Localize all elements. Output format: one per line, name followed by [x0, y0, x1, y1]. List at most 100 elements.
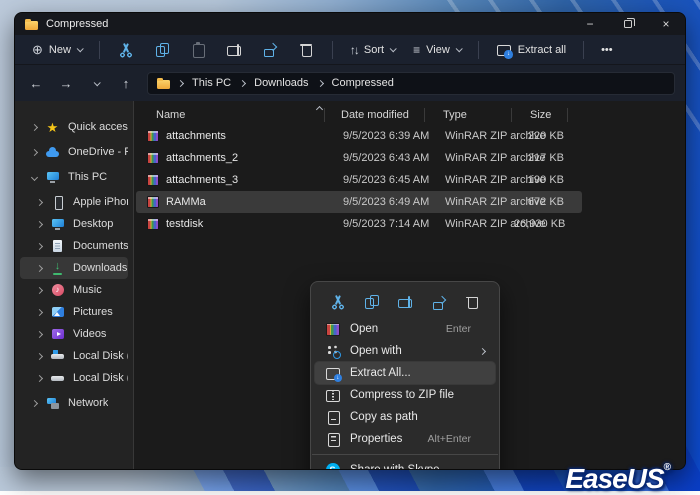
file-date-modified: 9/5/2023 6:45 AM: [327, 174, 427, 186]
menu-item-properties[interactable]: Properties Alt+Enter: [315, 428, 495, 450]
breadcrumb-chevron-icon[interactable]: [239, 79, 246, 86]
context-cut-button[interactable]: [326, 290, 350, 314]
expand-chevron-icon[interactable]: [31, 173, 38, 180]
expand-chevron-icon[interactable]: [36, 242, 43, 249]
toolbar-divider: [99, 41, 100, 59]
column-header-name[interactable]: Name: [144, 105, 325, 125]
address-bar[interactable]: This PC Downloads Compressed: [147, 72, 675, 95]
context-delete-button[interactable]: [460, 290, 484, 314]
expand-chevron-icon[interactable]: [36, 220, 43, 227]
cut-button[interactable]: [114, 38, 138, 62]
phone-icon: [50, 195, 65, 210]
column-header-size[interactable]: Size: [512, 105, 568, 125]
paste-icon: [190, 42, 206, 58]
minimize-button[interactable]: −: [571, 13, 609, 35]
file-list-pane: Name Date modified Type Size attachments…: [134, 101, 685, 469]
titlebar: Compressed − ×: [15, 13, 685, 35]
back-button[interactable]: ←: [25, 72, 47, 94]
breadcrumb-compressed[interactable]: Compressed: [330, 75, 396, 91]
sidebar-item-desktop[interactable]: Desktop: [20, 213, 128, 235]
sidebar-item-local-disk-c[interactable]: Local Disk (C:): [20, 345, 128, 367]
new-button[interactable]: ⊕ New: [25, 40, 89, 59]
back-icon: ←: [30, 76, 43, 91]
share-icon: [262, 42, 278, 58]
star-icon: [45, 120, 60, 135]
more-icon: •••: [601, 44, 613, 56]
expand-chevron-icon[interactable]: [36, 308, 43, 315]
sidebar-item-music[interactable]: Music: [20, 279, 128, 301]
sort-button[interactable]: ↑↓ Sort: [343, 41, 402, 59]
chevron-down-icon: [93, 79, 100, 86]
sidebar-item-documents[interactable]: Documents: [20, 235, 128, 257]
sidebar-item-onedrive-personal[interactable]: OneDrive - Personal: [20, 141, 128, 163]
menu-item-open-with[interactable]: Open with: [315, 340, 495, 362]
file-row-ramma[interactable]: RAMMa 9/5/2023 6:49 AM WinRAR ZIP archiv…: [136, 191, 582, 213]
sidebar-item-downloads[interactable]: Downloads: [20, 257, 128, 279]
extract-all-button[interactable]: Extract all: [489, 39, 573, 61]
see-more-button[interactable]: •••: [594, 41, 620, 59]
paste-button[interactable]: [186, 38, 210, 62]
menu-item-extract-all[interactable]: Extract All...: [315, 362, 495, 384]
column-header-type[interactable]: Type: [425, 105, 512, 125]
menu-item-compress-to-zip-file[interactable]: Compress to ZIP file: [315, 384, 495, 406]
menu-item-open[interactable]: Open Enter: [315, 318, 495, 340]
winrar-file-icon: [146, 173, 160, 187]
file-size: 220 KB: [514, 130, 570, 142]
sidebar-item-videos[interactable]: Videos: [20, 323, 128, 345]
rename-button[interactable]: [222, 38, 246, 62]
file-row-attachments-2[interactable]: attachments_2 9/5/2023 6:43 AM WinRAR ZI…: [136, 147, 570, 169]
file-size: 672 KB: [514, 196, 570, 208]
shortcut-label: Enter: [446, 323, 471, 335]
share-icon: [431, 294, 447, 310]
copy-button[interactable]: [150, 38, 174, 62]
share-button[interactable]: [258, 38, 282, 62]
expand-chevron-icon[interactable]: [31, 148, 38, 155]
expand-chevron-icon[interactable]: [36, 330, 43, 337]
submenu-chevron-icon: [479, 347, 486, 354]
context-copy-button[interactable]: [359, 290, 383, 314]
recent-locations-button[interactable]: [85, 72, 107, 94]
expand-chevron-icon[interactable]: [36, 198, 43, 205]
close-button[interactable]: ×: [647, 13, 685, 35]
file-row-testdisk[interactable]: testdisk 9/5/2023 7:14 AM WinRAR ZIP arc…: [136, 213, 570, 235]
menu-item-copy-as-path[interactable]: Copy as path: [315, 406, 495, 428]
chevron-down-icon: [77, 45, 84, 52]
expand-chevron-icon[interactable]: [36, 374, 43, 381]
file-name: RAMMa: [166, 196, 206, 208]
folder-zip-icon: [325, 387, 341, 403]
expand-chevron-icon[interactable]: [31, 123, 38, 130]
sidebar-item-this-pc[interactable]: This PC: [20, 166, 128, 188]
context-share-button[interactable]: [427, 290, 451, 314]
sidebar-item-apple-iphone[interactable]: Apple iPhone: [20, 191, 128, 213]
breadcrumb-this-pc[interactable]: This PC: [190, 75, 233, 91]
folder-icon: [156, 77, 171, 90]
context-menu-quick-actions: [311, 286, 499, 318]
breadcrumb-chevron-icon[interactable]: [317, 79, 324, 86]
expand-chevron-icon[interactable]: [36, 286, 43, 293]
breadcrumb-downloads[interactable]: Downloads: [252, 75, 310, 91]
sidebar-item-network[interactable]: Network: [20, 392, 128, 414]
chevron-down-icon: [455, 45, 462, 52]
maximize-button[interactable]: [609, 13, 647, 35]
menu-item-share-with-skype[interactable]: Share with Skype: [315, 459, 495, 469]
forward-button[interactable]: →: [55, 72, 77, 94]
file-row-attachments-3[interactable]: attachments_3 9/5/2023 6:45 AM WinRAR ZI…: [136, 169, 570, 191]
file-row-attachments[interactable]: attachments 9/5/2023 6:39 AM WinRAR ZIP …: [136, 125, 570, 147]
expand-chevron-icon[interactable]: [31, 399, 38, 406]
chevron-down-icon: [390, 45, 397, 52]
sidebar-item-pictures[interactable]: Pictures: [20, 301, 128, 323]
breadcrumb-chevron-icon[interactable]: [177, 79, 184, 86]
context-rename-button[interactable]: [393, 290, 417, 314]
sidebar-item-local-disk-d[interactable]: Local Disk (D:): [20, 367, 128, 389]
column-header-date-modified[interactable]: Date modified: [325, 105, 425, 125]
file-type: WinRAR ZIP archive: [427, 130, 514, 142]
delete-icon: [298, 42, 314, 58]
expand-chevron-icon[interactable]: [36, 352, 43, 359]
view-button[interactable]: ≡ View: [406, 41, 468, 59]
view-icon: ≡: [413, 44, 420, 56]
sidebar-item-quick-access[interactable]: Quick access: [20, 116, 128, 138]
up-button[interactable]: ↑: [115, 72, 137, 94]
folder-extract-icon: [325, 365, 341, 381]
delete-button[interactable]: [294, 38, 318, 62]
expand-chevron-icon[interactable]: [36, 264, 43, 271]
